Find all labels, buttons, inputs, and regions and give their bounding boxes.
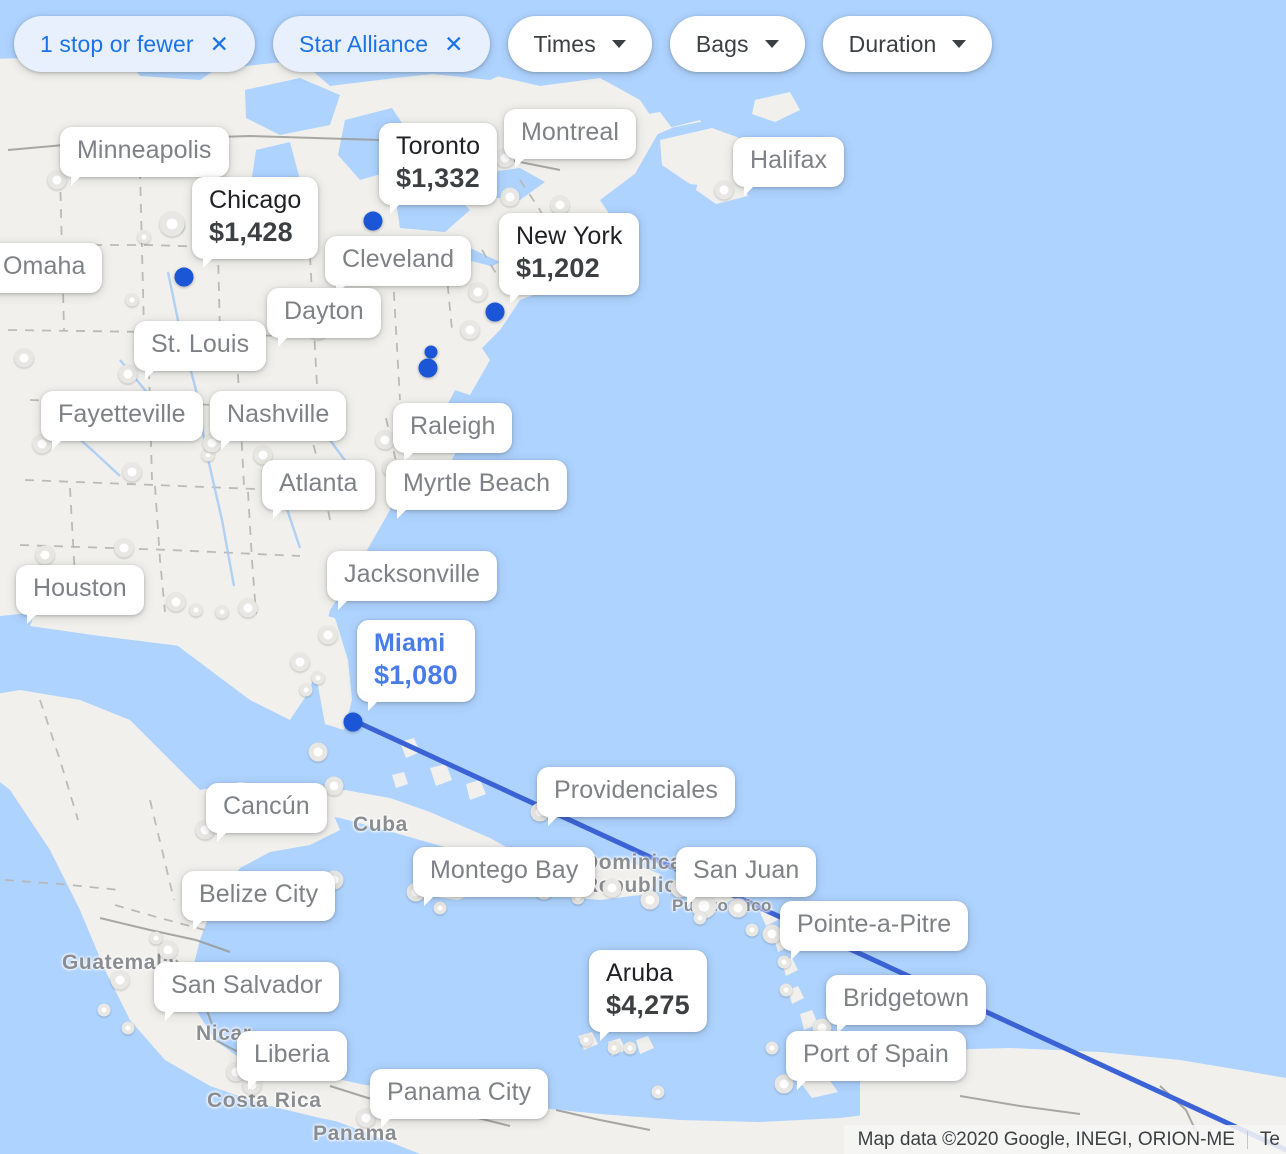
city-name: Chicago bbox=[209, 186, 302, 214]
filter-chip-bags[interactable]: Bags bbox=[669, 16, 805, 72]
chip-label: Times bbox=[533, 30, 596, 57]
close-icon[interactable]: ✕ bbox=[210, 32, 229, 56]
city-label-cleveland[interactable]: Cleveland bbox=[325, 236, 472, 294]
city-name: Houston bbox=[33, 574, 127, 602]
city-label-omaha[interactable]: Omaha bbox=[0, 243, 103, 293]
city-name: Minneapolis bbox=[77, 136, 212, 164]
city-name: Miami bbox=[374, 629, 446, 657]
city-name: Montego Bay bbox=[430, 856, 579, 884]
filter-chip-times[interactable]: Times bbox=[507, 16, 652, 72]
city-name: Myrtle Beach bbox=[403, 469, 551, 497]
city-name: Port of Spain bbox=[803, 1040, 949, 1068]
city-name: Providenciales bbox=[554, 776, 718, 804]
city-name: Nashville bbox=[227, 400, 330, 428]
city-label-raleigh[interactable]: Raleigh bbox=[393, 403, 513, 461]
city-label-toronto[interactable]: Toronto $1,332 bbox=[379, 123, 498, 215]
filter-chip-star-alliance[interactable]: Star Alliance ✕ bbox=[273, 16, 490, 72]
city-name: St. Louis bbox=[151, 330, 250, 358]
city-label-panama-city[interactable]: Panama City bbox=[370, 1069, 549, 1127]
chip-label: Duration bbox=[848, 30, 937, 57]
city-name: Jacksonville bbox=[344, 560, 480, 588]
city-label-san-salvador[interactable]: San Salvador bbox=[154, 962, 340, 1020]
chevron-down-icon[interactable] bbox=[764, 40, 779, 48]
city-price: $4,275 bbox=[606, 989, 690, 1020]
city-name: Panama City bbox=[387, 1078, 532, 1106]
city-name: Toronto bbox=[396, 132, 481, 160]
city-price: $1,080 bbox=[374, 659, 458, 690]
city-name: Bridgetown bbox=[843, 984, 970, 1012]
close-icon[interactable]: ✕ bbox=[444, 32, 463, 56]
city-label-liberia[interactable]: Liberia bbox=[237, 1031, 347, 1089]
city-label-halifax[interactable]: Halifax bbox=[733, 137, 845, 195]
city-name: Pointe-a-Pitre bbox=[797, 910, 952, 938]
city-name: Cancún bbox=[223, 792, 310, 820]
terms-link[interactable]: Te bbox=[1260, 1129, 1286, 1151]
city-label-providenciales[interactable]: Providenciales bbox=[537, 767, 735, 825]
chip-label: 1 stop or fewer bbox=[40, 30, 194, 57]
city-name: Omaha bbox=[3, 252, 86, 280]
city-label-st-louis[interactable]: St. Louis bbox=[134, 321, 267, 379]
city-label-chicago[interactable]: Chicago $1,428 bbox=[192, 177, 319, 269]
city-name: Dayton bbox=[284, 297, 364, 325]
city-label-canc-n[interactable]: Cancún bbox=[206, 783, 327, 841]
city-name: Cleveland bbox=[342, 245, 455, 273]
city-label-san-juan[interactable]: San Juan bbox=[676, 847, 817, 905]
chip-label: Star Alliance bbox=[299, 30, 429, 57]
city-price: $1,428 bbox=[209, 216, 293, 247]
city-label-miami[interactable]: Miami $1,080 bbox=[357, 620, 475, 712]
city-label-montego-bay[interactable]: Montego Bay bbox=[413, 847, 596, 905]
chevron-down-icon[interactable] bbox=[611, 40, 626, 48]
chevron-down-icon[interactable] bbox=[952, 40, 967, 48]
city-name: Liberia bbox=[254, 1040, 330, 1068]
city-label-port-of-spain[interactable]: Port of Spain bbox=[786, 1031, 966, 1089]
flight-map-screen: Cuba Dominican Republic Puerto Rico Guatemal… bbox=[0, 0, 1286, 1154]
city-label-new-york[interactable]: New York $1,202 bbox=[499, 213, 640, 305]
city-label-jacksonville[interactable]: Jacksonville bbox=[327, 551, 497, 609]
city-name: Aruba bbox=[606, 959, 674, 987]
city-label-houston[interactable]: Houston bbox=[16, 565, 144, 623]
city-name: San Juan bbox=[693, 856, 800, 884]
city-name: Halifax bbox=[750, 146, 828, 174]
city-label-minneapolis[interactable]: Minneapolis bbox=[60, 127, 229, 185]
city-label-atlanta[interactable]: Atlanta bbox=[262, 460, 375, 518]
map-data-text: Map data ©2020 Google, INEGI, ORION-ME bbox=[857, 1128, 1235, 1150]
city-name: Belize City bbox=[199, 880, 319, 908]
city-label-fayetteville[interactable]: Fayetteville bbox=[41, 391, 203, 449]
city-label-aruba[interactable]: Aruba $4,275 bbox=[589, 950, 707, 1042]
attribution-divider bbox=[1246, 1130, 1248, 1149]
city-name: Raleigh bbox=[410, 412, 496, 440]
city-label-montreal[interactable]: Montreal bbox=[504, 109, 637, 167]
city-name: New York bbox=[516, 222, 623, 250]
city-label-myrtle-beach[interactable]: Myrtle Beach bbox=[386, 460, 568, 518]
filter-chip-duration[interactable]: Duration bbox=[822, 16, 993, 72]
city-name: San Salvador bbox=[171, 971, 323, 999]
city-price: $1,332 bbox=[396, 162, 480, 193]
city-name: Montreal bbox=[521, 118, 620, 146]
city-price: $1,202 bbox=[516, 252, 600, 283]
city-label-dayton[interactable]: Dayton bbox=[267, 288, 381, 346]
city-label-pointe-a-pitre[interactable]: Pointe-a-Pitre bbox=[780, 901, 969, 959]
map-canvas[interactable]: Cuba Dominican Republic Puerto Rico Guatemal… bbox=[0, 0, 1286, 1154]
city-label-belize-city[interactable]: Belize City bbox=[182, 871, 336, 929]
map-attribution: Map data ©2020 Google, INEGI, ORION-ME T… bbox=[843, 1125, 1286, 1154]
city-name: Fayetteville bbox=[58, 400, 186, 428]
chip-label: Bags bbox=[695, 30, 749, 57]
city-label-bridgetown[interactable]: Bridgetown bbox=[826, 975, 987, 1033]
city-name: Atlanta bbox=[279, 469, 358, 497]
city-label-nashville[interactable]: Nashville bbox=[210, 391, 347, 449]
filter-chip-1-stop-or-fewer[interactable]: 1 stop or fewer ✕ bbox=[14, 16, 256, 72]
